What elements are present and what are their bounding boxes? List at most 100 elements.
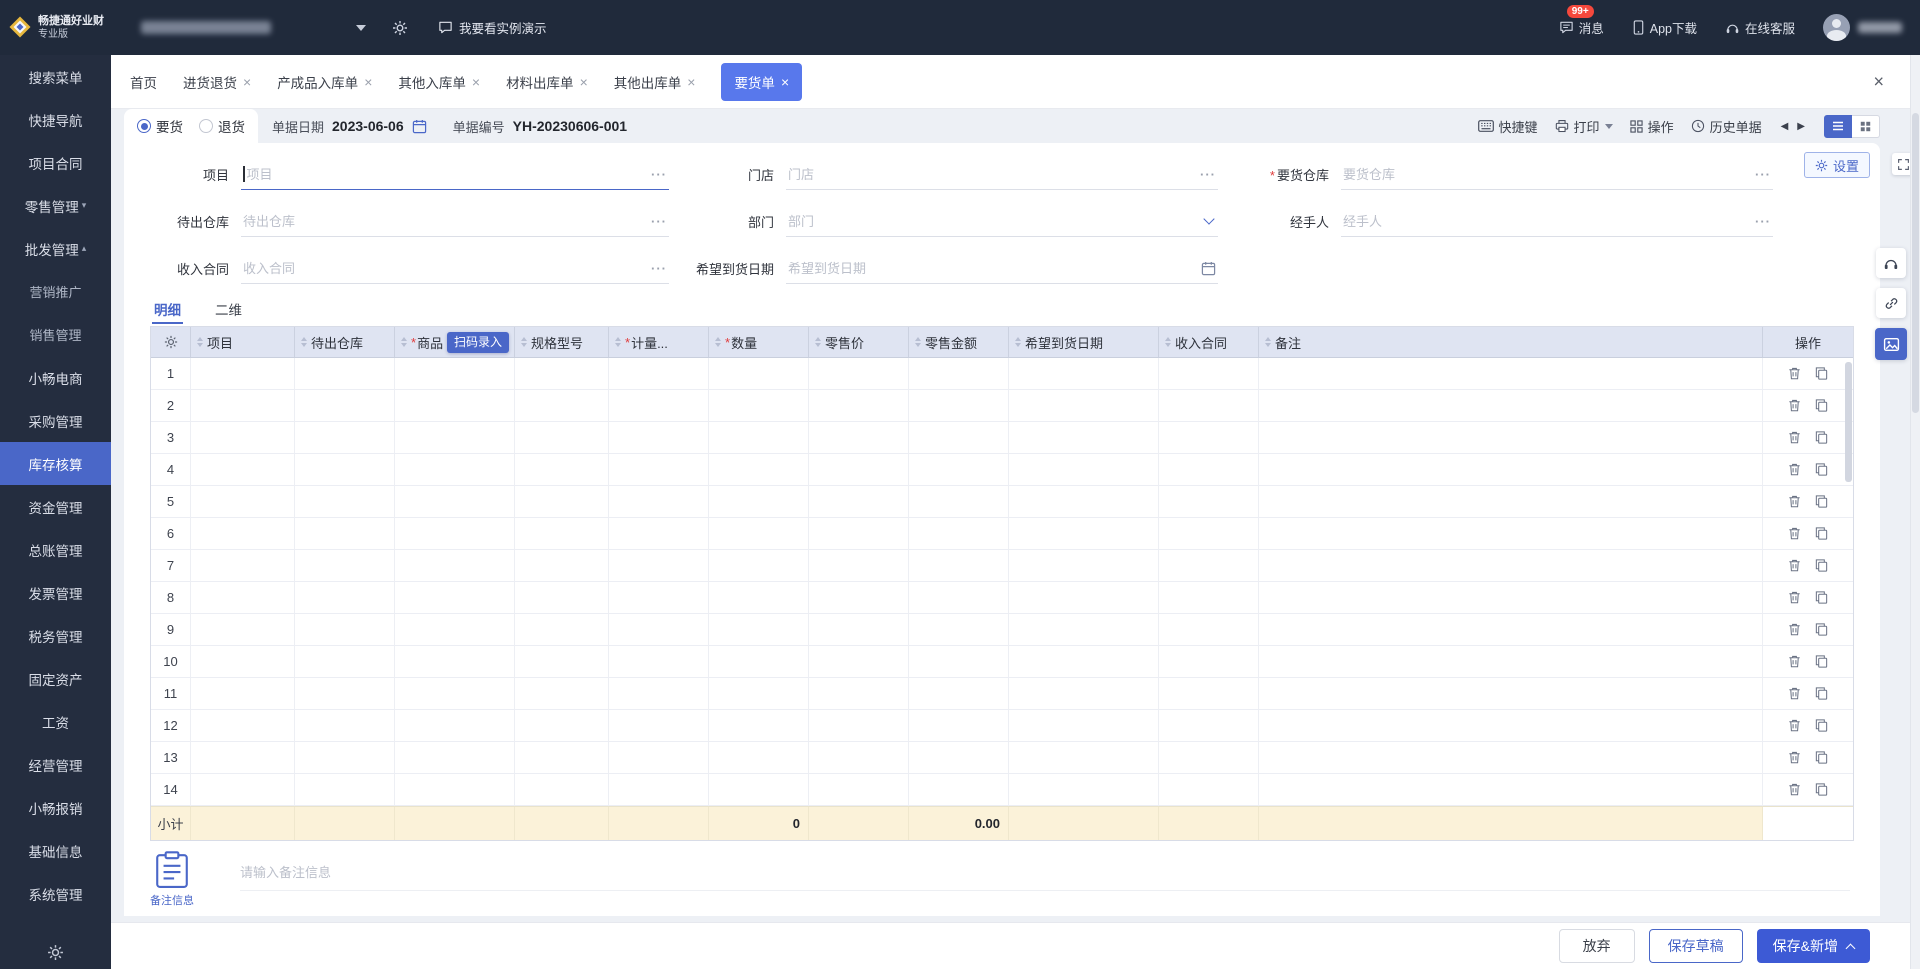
save-and-new-button[interactable]: 保存&新增 [1756, 929, 1870, 963]
sidebar-item-fixed-assets[interactable]: 固定资产 [0, 657, 111, 700]
grid-cell[interactable] [809, 358, 909, 389]
grid-cell[interactable] [295, 518, 395, 549]
grid-cell[interactable] [395, 774, 515, 805]
column-header-5[interactable]: * 数量 [709, 327, 809, 357]
ellipsis-icon[interactable]: ··· [1755, 214, 1771, 229]
delete-row-icon[interactable] [1787, 782, 1802, 797]
grid-cell[interactable] [609, 358, 709, 389]
column-header-9[interactable]: 收入合同 [1159, 327, 1259, 357]
sidebar-item-retail-mgmt[interactable]: 零售管理 ▾ [0, 184, 111, 227]
tab-close-icon[interactable]: × [243, 75, 251, 89]
copy-row-icon[interactable] [1814, 686, 1829, 701]
column-header-6[interactable]: 零售价 [809, 327, 909, 357]
grid-cell[interactable] [809, 710, 909, 741]
grid-cell[interactable] [1159, 454, 1259, 485]
grid-cell[interactable] [609, 486, 709, 517]
grid-cell[interactable] [1009, 486, 1159, 517]
grid-cell[interactable] [909, 582, 1009, 613]
tab-close-icon[interactable]: × [687, 75, 695, 89]
copy-row-icon[interactable] [1814, 622, 1829, 637]
grid-cell[interactable] [1009, 454, 1159, 485]
grid-cell[interactable] [609, 774, 709, 805]
grid-cell[interactable] [809, 678, 909, 709]
grid-cell[interactable] [191, 646, 295, 677]
grid-cell[interactable] [191, 550, 295, 581]
grid-cell[interactable] [1009, 550, 1159, 581]
grid-cell[interactable] [515, 518, 609, 549]
grid-cell[interactable] [1259, 454, 1763, 485]
grid-cell[interactable] [1159, 614, 1259, 645]
grid-cell[interactable] [1159, 390, 1259, 421]
store-input[interactable] [788, 166, 1200, 182]
tab-other-inbound[interactable]: 其他入库单 × [398, 63, 480, 101]
grid-cell[interactable] [295, 582, 395, 613]
grid-cell[interactable] [295, 646, 395, 677]
copy-row-icon[interactable] [1814, 782, 1829, 797]
grid-cell[interactable] [709, 358, 809, 389]
grid-cell[interactable] [909, 454, 1009, 485]
grid-cell[interactable] [709, 646, 809, 677]
grid-cell[interactable] [395, 678, 515, 709]
app-download-button[interactable]: App下载 [1632, 18, 1697, 37]
grid-cell[interactable] [191, 710, 295, 741]
calendar-icon[interactable] [1201, 261, 1216, 276]
handler-input[interactable] [1343, 213, 1755, 229]
grid-cell[interactable] [1259, 486, 1763, 517]
delete-row-icon[interactable] [1787, 366, 1802, 381]
grid-cell[interactable] [191, 614, 295, 645]
grid-cell[interactable] [1009, 422, 1159, 453]
copy-row-icon[interactable] [1814, 398, 1829, 413]
grid-cell[interactable] [709, 582, 809, 613]
grid-cell[interactable] [809, 742, 909, 773]
grid-cell[interactable] [609, 742, 709, 773]
ellipsis-icon[interactable]: ··· [1200, 167, 1216, 182]
grid-cell[interactable] [1159, 358, 1259, 389]
grid-cell[interactable] [909, 774, 1009, 805]
grid-cell[interactable] [1159, 486, 1259, 517]
tab-close-icon[interactable]: × [781, 75, 789, 89]
messages-button[interactable]: 99+ 消息 [1559, 5, 1604, 37]
sort-icon[interactable] [521, 337, 527, 347]
sidebar-item-purchase-mgmt[interactable]: 采购管理 [0, 399, 111, 442]
grid-cell[interactable] [295, 486, 395, 517]
scrollbar-thumb[interactable] [1912, 113, 1919, 413]
grid-cell[interactable] [395, 454, 515, 485]
remark-input[interactable] [240, 865, 1850, 891]
grid-cell[interactable] [1009, 774, 1159, 805]
grid-cell[interactable] [395, 486, 515, 517]
grid-cell[interactable] [515, 454, 609, 485]
grid-cell[interactable] [709, 774, 809, 805]
grid-cell[interactable] [191, 518, 295, 549]
grid-cell[interactable] [395, 614, 515, 645]
grid-cell[interactable] [809, 486, 909, 517]
copy-row-icon[interactable] [1814, 750, 1829, 765]
delete-row-icon[interactable] [1787, 494, 1802, 509]
grid-cell[interactable] [609, 646, 709, 677]
operations-button[interactable]: 操作 [1629, 117, 1674, 136]
grid-cell[interactable] [515, 614, 609, 645]
grid-cell[interactable] [609, 518, 709, 549]
grid-cell[interactable] [395, 358, 515, 389]
sidebar-item-payroll[interactable]: 工资 [0, 700, 111, 743]
sidebar-item-invoice-mgmt[interactable]: 发票管理 [0, 571, 111, 614]
grid-cell[interactable] [809, 390, 909, 421]
tab-detail[interactable]: 明细 [152, 295, 183, 324]
grid-cell[interactable] [909, 486, 1009, 517]
grid-cell[interactable] [295, 614, 395, 645]
grid-cell[interactable] [295, 742, 395, 773]
grid-cell[interactable] [709, 454, 809, 485]
grid-cell[interactable] [709, 614, 809, 645]
page-scrollbar[interactable] [1910, 55, 1920, 969]
copy-row-icon[interactable] [1814, 430, 1829, 445]
sort-icon[interactable] [197, 337, 203, 347]
sidebar-item-base-info[interactable]: 基础信息 [0, 829, 111, 872]
bill-type-return-radio[interactable]: 退货 [199, 116, 245, 136]
expected-arrival-date-input-wrap[interactable] [786, 254, 1218, 284]
demo-link[interactable]: 我要看实例演示 [438, 18, 547, 37]
grid-cell[interactable] [1009, 742, 1159, 773]
ellipsis-icon[interactable]: ··· [651, 261, 667, 276]
tab-finished-goods-inbound[interactable]: 产成品入库单 × [277, 63, 372, 101]
grid-cell[interactable] [1159, 774, 1259, 805]
column-header-4[interactable]: * 计量... [609, 327, 709, 357]
sidebar-item-system-mgmt[interactable]: 系统管理 [0, 872, 111, 915]
